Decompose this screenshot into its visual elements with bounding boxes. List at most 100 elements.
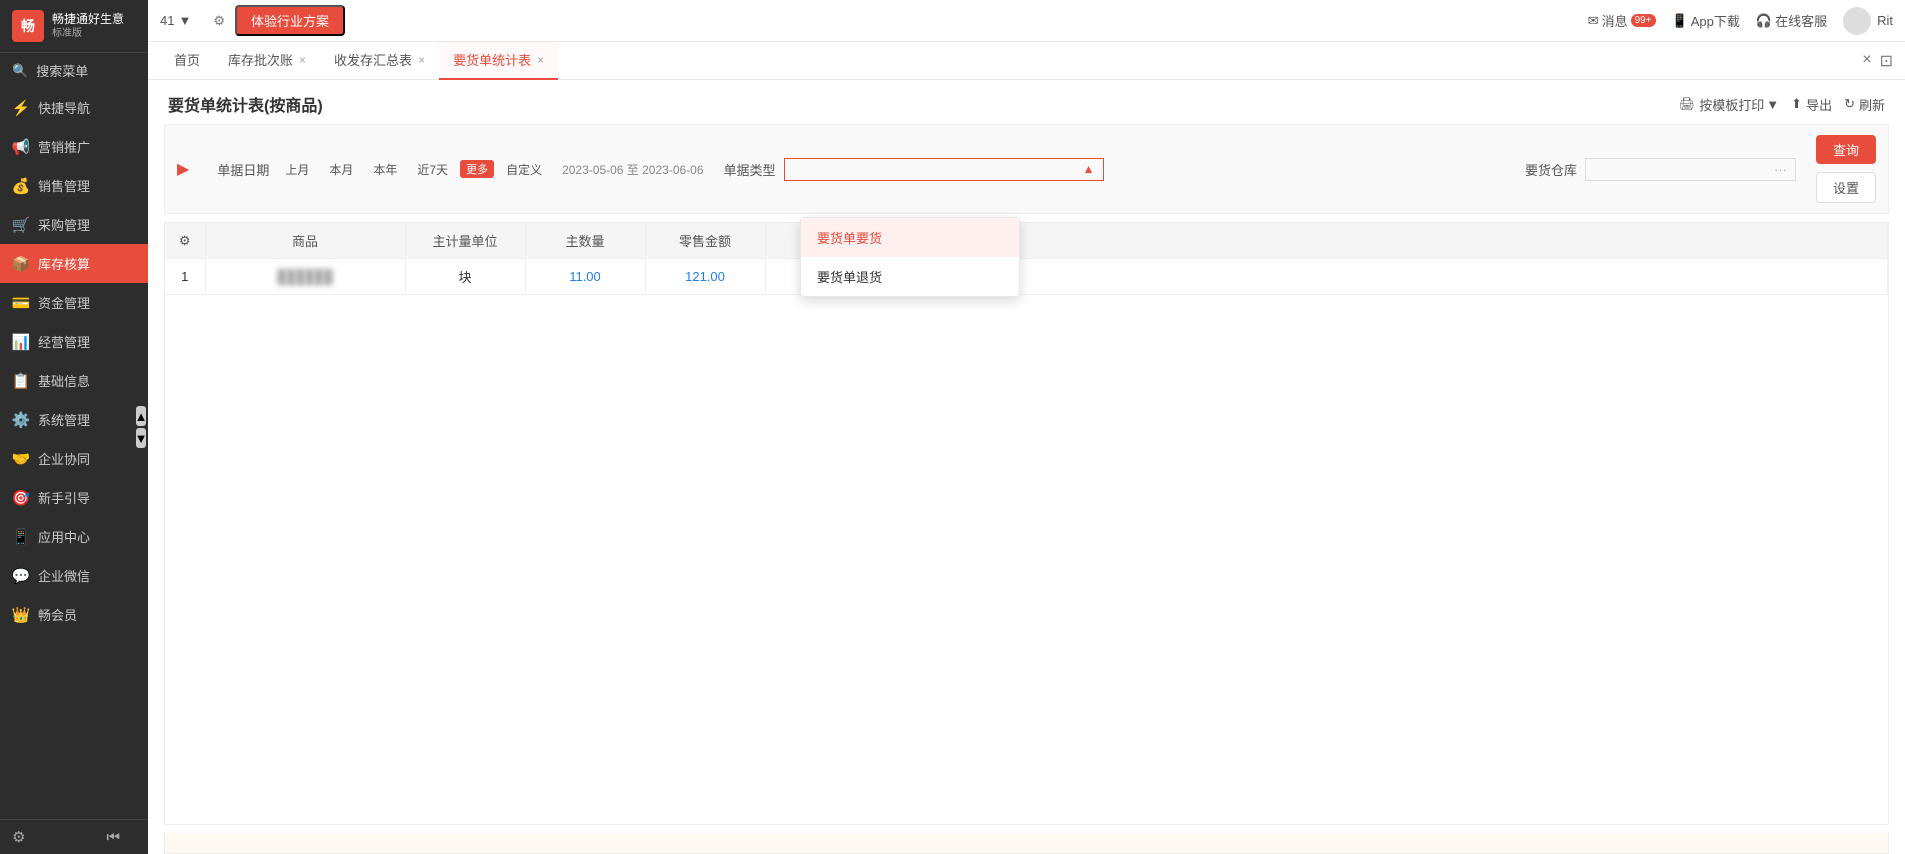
- store-selector[interactable]: 41 ▼: [160, 13, 191, 28]
- warehouse-filter-group: 要货仓库 ···: [1525, 158, 1796, 181]
- sidebar-item-inventory[interactable]: 📦 库存核算: [0, 244, 148, 283]
- sidebar-scroll-up[interactable]: ▲: [136, 406, 146, 426]
- more-dates-btn[interactable]: 更多: [460, 160, 494, 178]
- tabs-actions: × ⊡: [1862, 51, 1893, 71]
- type-dropdown-menu: 要货单要货 要货单退货: [800, 217, 1020, 297]
- tab-inventory-batch[interactable]: 库存批次账×: [214, 42, 320, 80]
- cell-no-0: 1: [165, 259, 205, 295]
- tab-receipt-summary[interactable]: 收发存汇总表 ×: [320, 42, 439, 80]
- sidebar-item-member[interactable]: 👑 畅会员: [0, 595, 148, 634]
- tab-label-order-stats: 要货单统计表: [453, 50, 531, 69]
- export-button[interactable]: ⬆ 导出: [1791, 95, 1832, 114]
- sidebar-item-label-quick-nav: 快捷导航: [38, 98, 90, 117]
- th-amount: 零售金额: [645, 223, 765, 259]
- collapse-icon[interactable]: ⏮: [106, 829, 120, 846]
- sidebar-item-icon-wechat: 💬: [12, 567, 30, 585]
- dropdown-item-order-return[interactable]: 要货单退货: [801, 257, 1019, 296]
- sidebar-item-operations[interactable]: 📊 经营管理: [0, 322, 148, 361]
- tab-close-receipt-summary[interactable]: ×: [418, 53, 425, 67]
- dropdown-item-order-goods[interactable]: 要货单要货: [801, 218, 1019, 257]
- th-settings[interactable]: ⚙: [165, 223, 205, 259]
- sidebar-item-system[interactable]: ⚙️ 系统管理: [0, 400, 148, 439]
- sidebar-item-quick-nav[interactable]: ⚡ 快捷导航: [0, 88, 148, 127]
- cell-goods-0: ██████: [205, 259, 405, 295]
- sidebar-item-finance[interactable]: 💳 资金管理: [0, 283, 148, 322]
- search-icon: 🔍: [12, 63, 28, 79]
- type-dropdown-arrow[interactable]: ▲: [1083, 162, 1095, 176]
- app-download-button[interactable]: 📱 App下载: [1672, 11, 1740, 30]
- sidebar-item-app-center[interactable]: 📱 应用中心: [0, 517, 148, 556]
- sidebar-item-icon-finance: 💳: [12, 294, 30, 312]
- tab-close-inventory-batch[interactable]: ×: [299, 53, 306, 67]
- sidebar-item-guide[interactable]: 🎯 新手引导: [0, 478, 148, 517]
- this-year-btn[interactable]: 本年: [365, 159, 405, 180]
- sidebar-search[interactable]: 🔍 搜索菜单: [0, 53, 148, 88]
- last-7-days-btn[interactable]: 近7天: [409, 159, 456, 180]
- tab-close-order-stats[interactable]: ×: [537, 53, 544, 67]
- filter-bar: ▶ 单据日期 上月 本月 本年 近7天 更多 自定义 2023-05-06 至 …: [164, 124, 1889, 214]
- sidebar-item-wechat[interactable]: 💬 企业微信: [0, 556, 148, 595]
- filter-expand-icon[interactable]: ▶: [177, 159, 189, 179]
- tab-bar: 首页库存批次账× 收发存汇总表 × 要货单统计表 × × ⊡: [148, 42, 1905, 80]
- sidebar-item-label-marketing: 营销推广: [38, 137, 90, 156]
- page-title: 要货单统计表(按商品): [168, 92, 323, 116]
- date-buttons: 上月 本月 本年 近7天 更多 自定义: [277, 159, 550, 180]
- avatar: [1843, 7, 1871, 35]
- sidebar-item-purchase[interactable]: 🛒 采购管理: [0, 205, 148, 244]
- sidebar-item-enterprise[interactable]: 🤝 企业协同: [0, 439, 148, 478]
- warehouse-filter-input[interactable]: [1594, 162, 1770, 177]
- refresh-icon: ↻: [1844, 96, 1855, 112]
- user-menu[interactable]: Rit: [1843, 7, 1893, 35]
- custom-date-btn[interactable]: 自定义: [498, 159, 550, 180]
- sidebar-item-icon-purchase: 🛒: [12, 216, 30, 234]
- logo-text: 畅捷通好生意 标准版: [52, 12, 124, 41]
- tab-order-stats[interactable]: 要货单统计表 ×: [439, 42, 558, 80]
- type-filter-group: 单据类型 ▲: [724, 158, 1505, 181]
- sidebar-item-label-operations: 经营管理: [38, 332, 90, 351]
- data-table-container: ⚙ 商品 主计量单位 主数量 零售金额 1 ██████ 块 11.00 121…: [164, 222, 1889, 825]
- warehouse-filter-label: 要货仓库: [1525, 160, 1577, 179]
- app-icon: 📱: [1672, 13, 1688, 29]
- refresh-button[interactable]: ↻ 刷新: [1844, 95, 1885, 114]
- cell-unit-0: 块: [405, 259, 525, 295]
- query-button[interactable]: 查询: [1816, 135, 1876, 164]
- trial-button[interactable]: 体验行业方案: [235, 5, 345, 36]
- tab-label-receipt-summary: 收发存汇总表: [334, 50, 412, 69]
- this-month-btn[interactable]: 本月: [321, 159, 361, 180]
- sidebar-item-icon-sales: 💰: [12, 177, 30, 195]
- close-all-tabs-button[interactable]: ×: [1862, 51, 1871, 71]
- sidebar-item-sales[interactable]: 💰 销售管理: [0, 166, 148, 205]
- message-button[interactable]: ✉ 消息 99+: [1588, 11, 1656, 30]
- type-filter-input[interactable]: [793, 162, 1083, 177]
- sidebar-item-icon-enterprise: 🤝: [12, 450, 30, 468]
- sidebar-item-label-enterprise: 企业协同: [38, 449, 90, 468]
- sidebar-item-icon-member: 👑: [12, 606, 30, 624]
- date-filter-label: 单据日期: [217, 160, 269, 179]
- prev-month-btn[interactable]: 上月: [277, 159, 317, 180]
- sidebar-item-marketing[interactable]: 📢 营销推广: [0, 127, 148, 166]
- warehouse-more-btn[interactable]: ···: [1774, 162, 1787, 177]
- print-button[interactable]: 🖨 按模板打印 ▼: [1679, 95, 1779, 114]
- cell-quantity-0: 11.00: [525, 259, 645, 295]
- gear-icon: ⚙: [179, 233, 191, 248]
- settings-icon[interactable]: ⚙: [12, 828, 25, 846]
- warehouse-filter-input-wrapper: ···: [1585, 158, 1796, 181]
- page-area: 要货单统计表(按商品) 🖨 按模板打印 ▼ ⬆ 导出 ↻ 刷新 ▶: [148, 80, 1905, 854]
- sidebar-item-basic-info[interactable]: 📋 基础信息: [0, 361, 148, 400]
- sidebar-scroll-down[interactable]: ▼: [136, 428, 146, 448]
- sidebar-item-label-member: 畅会员: [38, 605, 77, 624]
- store-number: 41: [160, 13, 174, 28]
- sidebar-item-icon-inventory: 📦: [12, 255, 30, 273]
- topbar-gear-icon[interactable]: ⚙: [213, 13, 225, 29]
- restore-tab-button[interactable]: ⊡: [1880, 51, 1893, 71]
- sidebar-item-label-guide: 新手引导: [38, 488, 90, 507]
- th-unit: 主计量单位: [405, 223, 525, 259]
- sidebar-item-label-wechat: 企业微信: [38, 566, 90, 585]
- message-icon: ✉: [1588, 13, 1599, 29]
- tab-home[interactable]: 首页: [160, 42, 214, 80]
- topbar: 41 ▼ ⚙ 体验行业方案 ✉ 消息 99+ 📱 App下载 🎧 在线客服 R: [148, 0, 1905, 42]
- service-button[interactable]: 🎧 在线客服: [1756, 11, 1827, 30]
- settings-button[interactable]: 设置: [1816, 172, 1876, 203]
- th-goods: 商品: [205, 223, 405, 259]
- sidebar-item-icon-guide: 🎯: [12, 489, 30, 507]
